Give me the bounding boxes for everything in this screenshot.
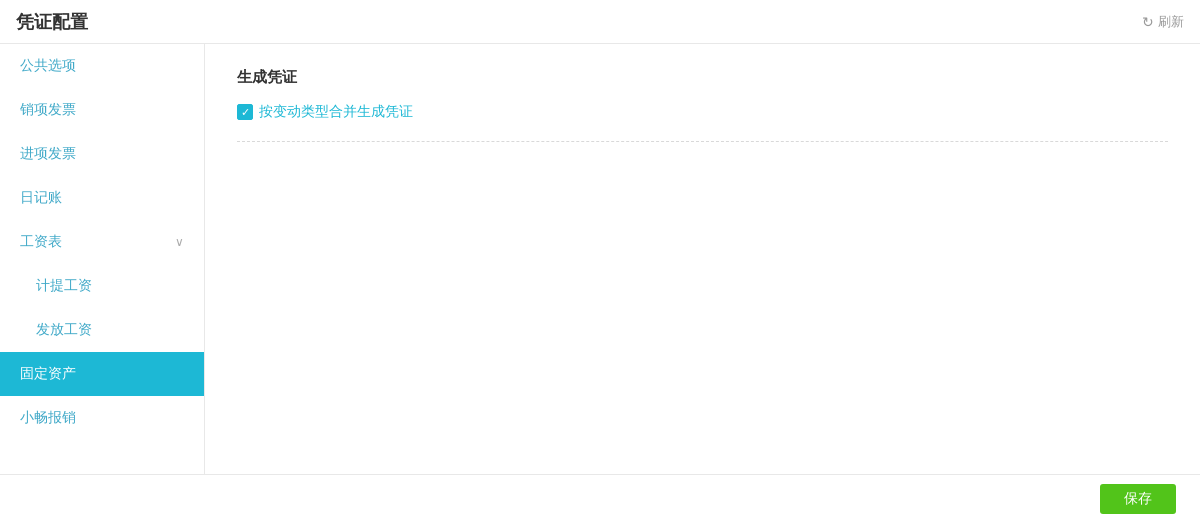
sidebar-item-sales-invoice[interactable]: 销项发票	[0, 88, 204, 132]
sidebar-item-journal[interactable]: 日记账	[0, 176, 204, 220]
merge-checkbox[interactable]: 按变动类型合并生成凭证	[237, 103, 413, 121]
sidebar-item-payroll-table[interactable]: 工资表 ∨	[0, 220, 204, 264]
page-title: 凭证配置	[16, 10, 88, 34]
refresh-button[interactable]: ↻ 刷新	[1142, 13, 1184, 31]
sidebar-item-label: 小畅报销	[20, 409, 76, 427]
section-title: 生成凭证	[237, 68, 1168, 87]
sidebar-item-payroll-calc[interactable]: 计提工资	[0, 264, 204, 308]
sidebar-item-label: 进项发票	[20, 145, 76, 163]
sidebar-item-label: 日记账	[20, 189, 62, 207]
sidebar-item-public-options[interactable]: 公共选项	[0, 44, 204, 88]
sidebar-item-label: 公共选项	[20, 57, 76, 75]
sidebar-item-label: 计提工资	[36, 277, 92, 295]
checkbox-label: 按变动类型合并生成凭证	[259, 103, 413, 121]
sidebar-item-label: 工资表	[20, 233, 62, 251]
sidebar-item-payroll-pay[interactable]: 发放工资	[0, 308, 204, 352]
refresh-icon: ↻	[1142, 14, 1154, 30]
page-footer: 保存	[0, 474, 1200, 522]
sidebar-item-fixed-assets[interactable]: 固定资产	[0, 352, 204, 396]
checkbox-box	[237, 104, 253, 120]
section-divider	[237, 141, 1168, 142]
page-header: 凭证配置 ↻ 刷新	[0, 0, 1200, 44]
main-layout: 公共选项销项发票进项发票日记账工资表 ∨ 计提工资发放工资固定资产小畅报销 生成凭证…	[0, 44, 1200, 522]
content-area: 生成凭证 按变动类型合并生成凭证	[205, 44, 1200, 522]
chevron-down-icon: ∨	[175, 235, 184, 249]
refresh-label: 刷新	[1158, 13, 1184, 31]
sidebar-item-expense-report[interactable]: 小畅报销	[0, 396, 204, 440]
sidebar: 公共选项销项发票进项发票日记账工资表 ∨ 计提工资发放工资固定资产小畅报销	[0, 44, 205, 522]
checkbox-row: 按变动类型合并生成凭证	[237, 103, 1168, 121]
sidebar-item-label: 发放工资	[36, 321, 92, 339]
sidebar-item-label: 销项发票	[20, 101, 76, 119]
sidebar-item-purchase-invoice[interactable]: 进项发票	[0, 132, 204, 176]
sidebar-item-label: 固定资产	[20, 365, 76, 383]
save-button[interactable]: 保存	[1100, 484, 1176, 514]
